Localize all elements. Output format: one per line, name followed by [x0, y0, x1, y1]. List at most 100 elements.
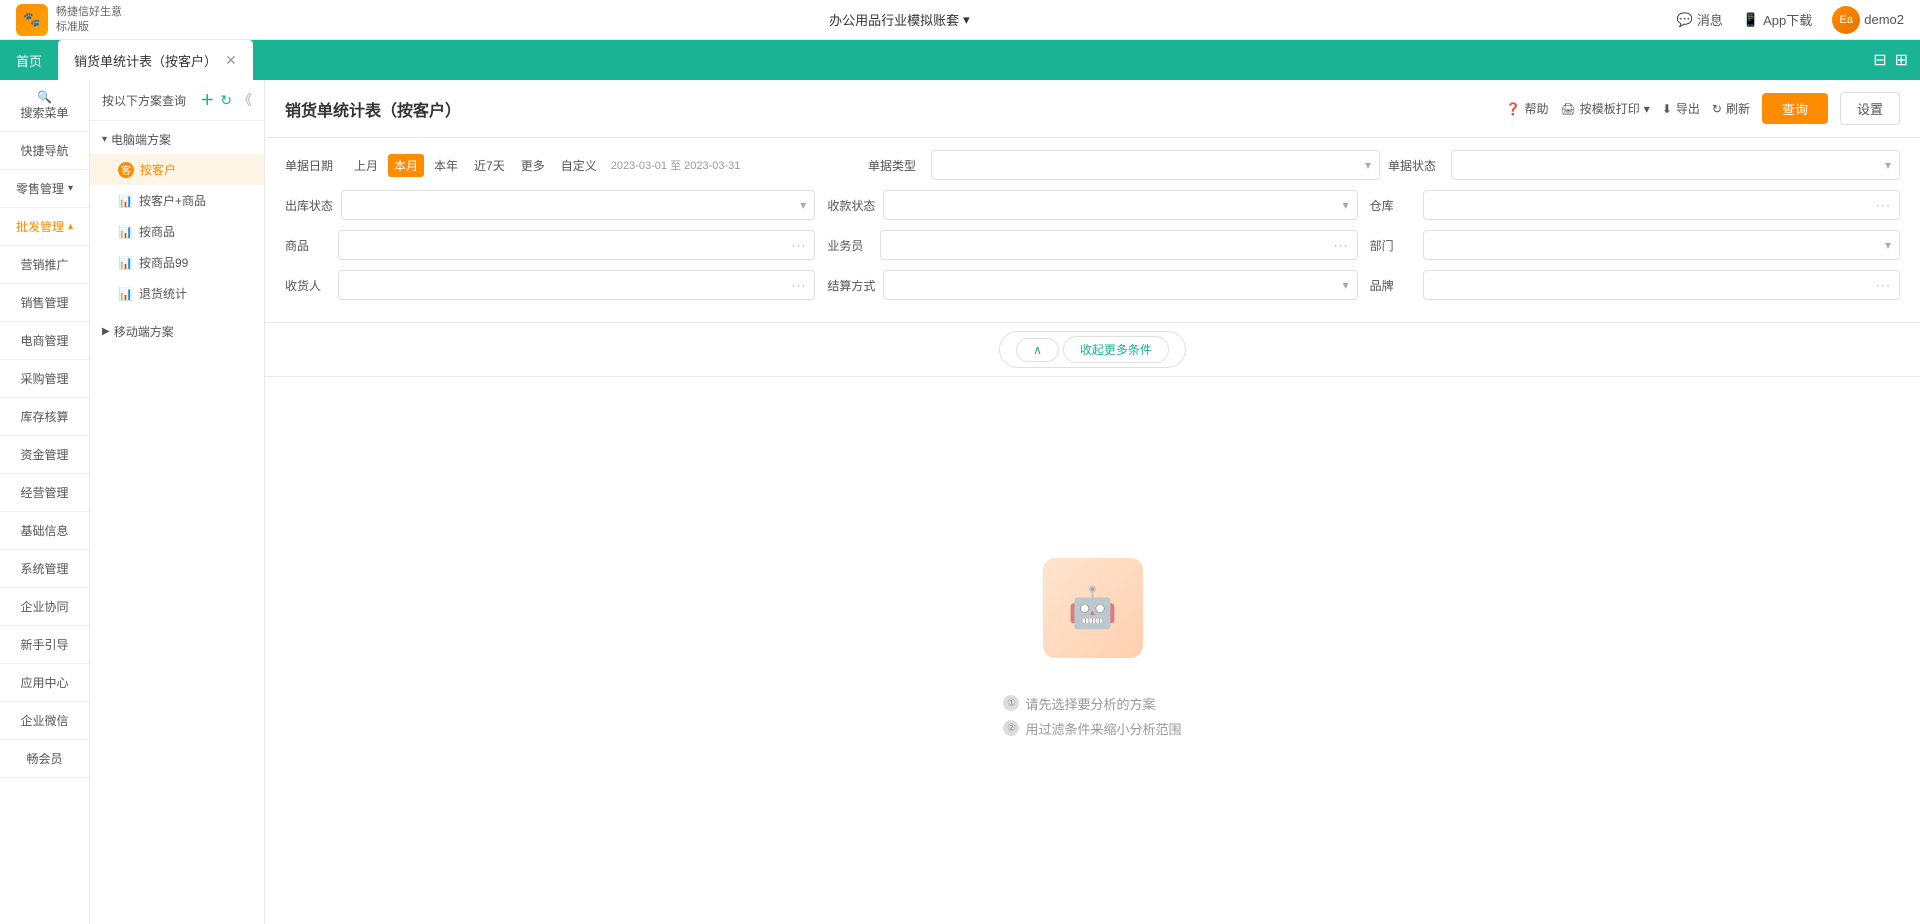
doc-type-label: 单据类型 — [868, 157, 923, 174]
empty-robot-icon: 🤖 — [1043, 558, 1143, 658]
salesperson-label: 业务员 — [827, 237, 872, 254]
sidebar-item-inventory[interactable]: 库存核算 — [0, 398, 89, 436]
date-btn-this-month[interactable]: 本月 — [388, 154, 424, 177]
sidebar-item-basic-info[interactable]: 基础信息 — [0, 512, 89, 550]
payment-status-select[interactable]: ▾ — [883, 190, 1357, 220]
empty-illustration: 🤖 — [1033, 558, 1153, 678]
hint-num-1: ① — [1003, 695, 1019, 711]
sidebar-item-marketing[interactable]: 营销推广 — [0, 246, 89, 284]
page-title: 销货单统计表（按客户） — [285, 97, 461, 121]
doc-status-filter: 单据状态 ▾ — [1388, 150, 1900, 180]
customer-scheme-icon: 客 — [118, 162, 134, 178]
scheme-panel-header: 按以下方案查询 ＋ ↻ 《 — [90, 80, 264, 121]
sidebar-item-app-center[interactable]: 应用中心 — [0, 664, 89, 702]
out-status-select[interactable]: ▾ — [341, 190, 815, 220]
query-button[interactable]: 查询 — [1762, 93, 1828, 124]
payment-status-label: 收款状态 — [827, 197, 875, 214]
collapse-scheme-btn[interactable]: 《 — [238, 90, 252, 110]
main-content: 销货单统计表（按客户） ❓ 帮助 🖨 按模板打印 ▾ ⬇ 导出 — [265, 80, 1920, 924]
doc-type-filter: 单据类型 ▾ — [868, 150, 1380, 180]
refresh-scheme-btn[interactable]: ↻ — [220, 92, 232, 109]
doc-type-select[interactable]: ▾ — [931, 150, 1380, 180]
chevron-down-icon: ▾ — [1885, 238, 1891, 252]
print-icon: 🖨 — [1561, 102, 1576, 116]
doc-status-label: 单据状态 — [1388, 157, 1443, 174]
date-btn-more[interactable]: 更多 — [515, 154, 551, 177]
empty-state: 🤖 ① 请先选择要分析的方案 ② 用过滤条件来缩小分析范围 — [265, 377, 1920, 924]
tab-bar-right: ⊟ ⊞ — [1873, 50, 1920, 70]
window-minimize-icon[interactable]: ⊟ — [1873, 50, 1886, 70]
out-status-filter: 出库状态 ▾ — [285, 190, 815, 220]
sidebar-item-purchase[interactable]: 采购管理 — [0, 360, 89, 398]
sidebar-item-cooperation[interactable]: 企业协同 — [0, 588, 89, 626]
scheme-item-returns[interactable]: 📊 退货统计 — [90, 278, 264, 309]
scheme-item-by-goods[interactable]: 📊 按商品 — [90, 216, 264, 247]
settlement-filter: 结算方式 ▾ — [827, 270, 1357, 300]
date-btn-prev-month[interactable]: 上月 — [348, 154, 384, 177]
sidebar-item-newbie[interactable]: 新手引导 — [0, 626, 89, 664]
department-filter: 部门 ▾ — [1370, 230, 1900, 260]
settlement-select[interactable]: ▾ — [883, 270, 1357, 300]
header-selector[interactable]: 办公用品行业模拟账套 ▾ — [829, 10, 970, 29]
sidebar-item-finance[interactable]: 资金管理 — [0, 436, 89, 474]
sidebar-item-wechat[interactable]: 企业微信 — [0, 702, 89, 740]
chart-icon: 📊 — [118, 225, 133, 239]
date-btn-custom[interactable]: 自定义 — [555, 154, 603, 177]
tab-home[interactable]: 首页 — [0, 40, 58, 80]
empty-hint-2: 用过滤条件来缩小分析范围 — [1025, 719, 1181, 738]
sidebar-item-vip[interactable]: 畅会员 — [0, 740, 89, 778]
warehouse-filter: 仓库 ··· — [1370, 190, 1900, 220]
mobile-group-header[interactable]: ▶ 移动端方案 — [90, 317, 264, 346]
collapse-bar[interactable]: ∧ 收起更多条件 — [265, 323, 1920, 377]
refresh-btn[interactable]: ↻ 刷新 — [1712, 100, 1750, 117]
desktop-scheme-group: ▾ 电脑端方案 客 按客户 📊 按客户+商品 📊 按商品 📊 按商品9 — [90, 121, 264, 313]
doc-status-select[interactable]: ▾ — [1451, 150, 1900, 180]
scheme-item-goods-99[interactable]: 📊 按商品99 — [90, 247, 264, 278]
sidebar-search[interactable]: 🔍 搜索菜单 — [0, 80, 89, 132]
brand-label: 品牌 — [1370, 277, 1415, 294]
sidebar-quick-nav[interactable]: 快捷导航 — [0, 132, 89, 170]
export-icon: ⬇ — [1662, 102, 1672, 116]
chevron-down-icon: ▾ — [102, 134, 107, 145]
add-scheme-btn[interactable]: ＋ — [200, 90, 214, 110]
salesperson-select[interactable]: ··· — [880, 230, 1357, 260]
message-btn[interactable]: 💬 消息 — [1677, 10, 1723, 29]
export-btn[interactable]: ⬇ 导出 — [1662, 100, 1700, 117]
tab-active[interactable]: 销货单统计表（按客户） ✕ — [58, 40, 253, 80]
chevron-down-icon: ▾ — [1885, 158, 1891, 172]
consignee-select[interactable]: ··· — [338, 270, 815, 300]
consignee-filter: 收货人 ··· — [285, 270, 815, 300]
sidebar-item-retail[interactable]: 零售管理 ▾ — [0, 170, 89, 208]
date-btn-this-year[interactable]: 本年 — [428, 154, 464, 177]
search-icon: 🔍 — [37, 90, 52, 104]
sidebar-item-operations[interactable]: 经营管理 — [0, 474, 89, 512]
page-header: 销货单统计表（按客户） ❓ 帮助 🖨 按模板打印 ▾ ⬇ 导出 — [265, 80, 1920, 138]
scheme-item-by-customer[interactable]: 客 按客户 — [90, 154, 264, 185]
sidebar-item-wholesale[interactable]: 批发管理 ▴ — [0, 208, 89, 246]
desktop-group-header[interactable]: ▾ 电脑端方案 — [90, 125, 264, 154]
window-maximize-icon[interactable]: ⊞ — [1895, 50, 1908, 70]
scheme-item-customer-goods[interactable]: 📊 按客户+商品 — [90, 185, 264, 216]
content-area: 按以下方案查询 ＋ ↻ 《 ▾ 电脑端方案 客 按客户 📊 按客 — [90, 80, 1920, 924]
tab-close-icon[interactable]: ✕ — [225, 52, 237, 69]
chart-icon: 📊 — [118, 256, 133, 270]
sidebar-item-ecommerce[interactable]: 电商管理 — [0, 322, 89, 360]
user-menu[interactable]: Ea demo2 — [1832, 6, 1904, 34]
settings-button[interactable]: 设置 — [1840, 92, 1900, 125]
warehouse-select[interactable]: ··· — [1423, 190, 1900, 220]
warehouse-label: 仓库 — [1370, 197, 1415, 214]
department-select[interactable]: ▾ — [1423, 230, 1900, 260]
brand-select[interactable]: ··· — [1423, 270, 1900, 300]
template-print-btn[interactable]: 🖨 按模板打印 ▾ — [1561, 100, 1650, 117]
chevron-down-icon: ▾ — [1644, 102, 1650, 116]
refresh-icon: ↻ — [1712, 102, 1722, 116]
help-btn[interactable]: ❓ 帮助 — [1506, 100, 1549, 117]
more-icon: ··· — [791, 238, 806, 252]
chevron-down-icon: ▾ — [963, 12, 970, 28]
sidebar-item-sales[interactable]: 销售管理 — [0, 284, 89, 322]
app-download-btn[interactable]: 📱 App下载 — [1743, 10, 1812, 29]
logo-area: 🐾 畅捷信好生意 标准版 — [16, 4, 122, 36]
sidebar-item-system[interactable]: 系统管理 — [0, 550, 89, 588]
goods-select[interactable]: ··· — [338, 230, 815, 260]
date-btn-7days[interactable]: 近7天 — [468, 154, 511, 177]
